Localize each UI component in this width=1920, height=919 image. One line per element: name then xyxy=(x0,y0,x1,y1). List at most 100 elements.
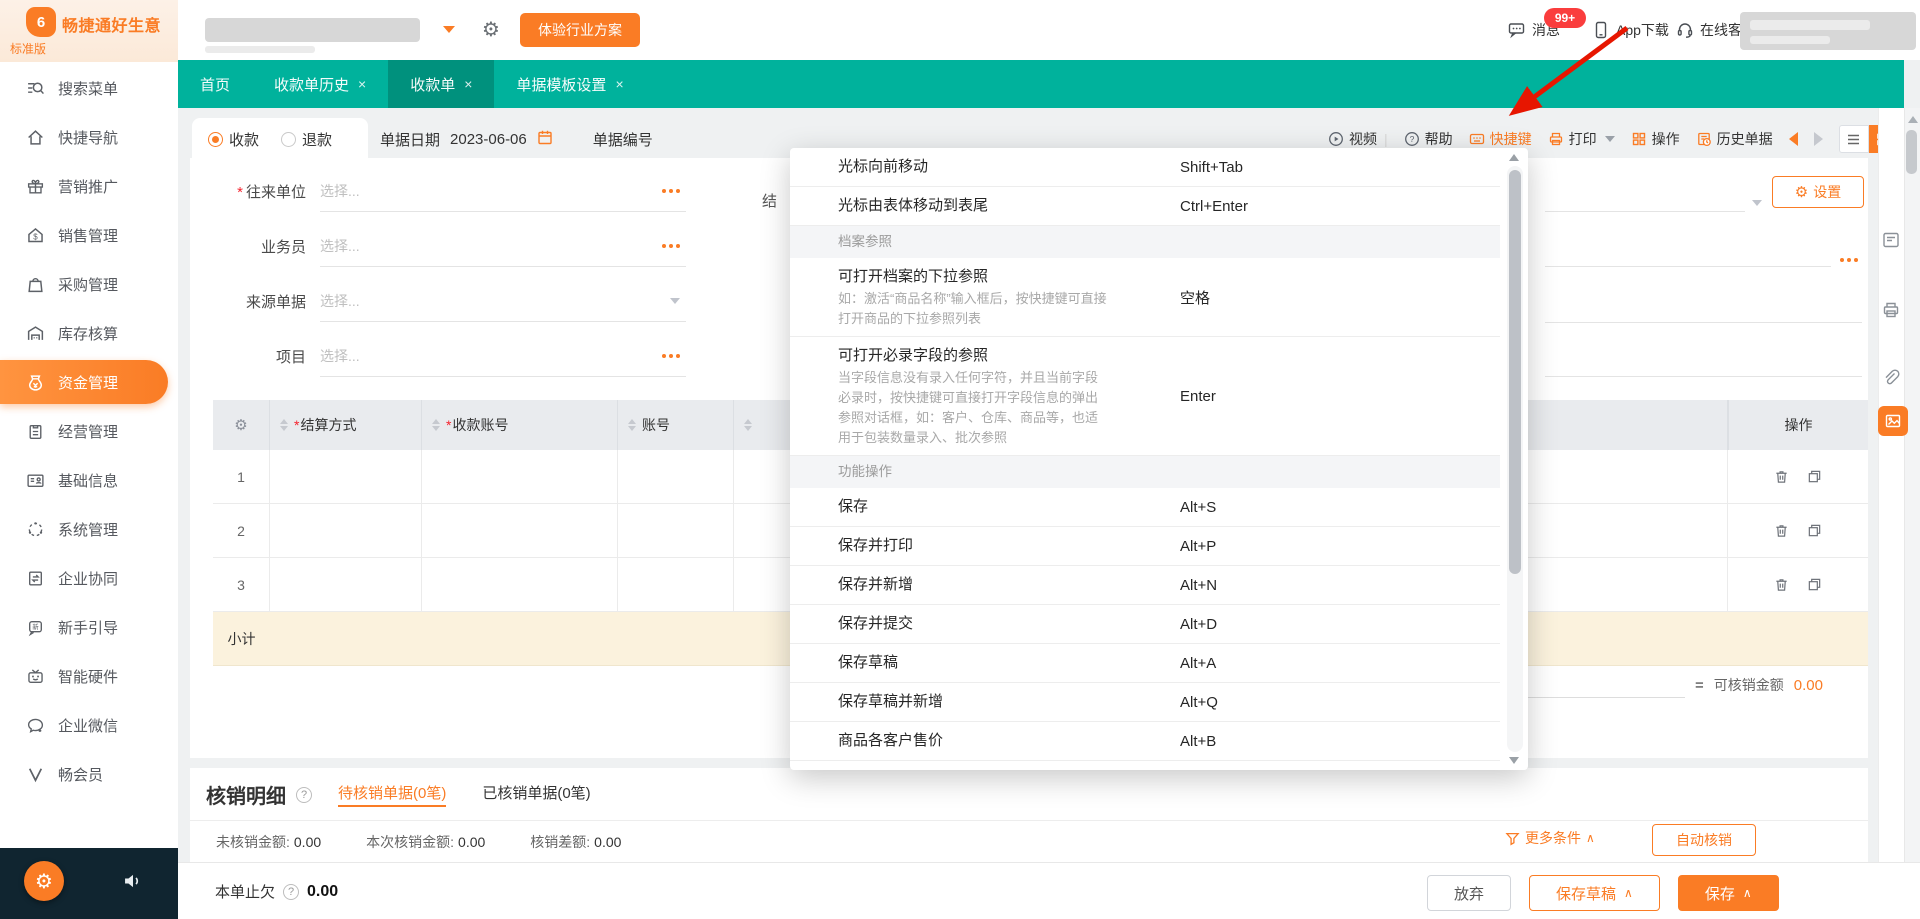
grid-col-header[interactable]: * 结算方式 xyxy=(270,400,422,450)
field-input[interactable]: 选择... xyxy=(320,225,686,267)
ellipsis-picker-icon[interactable] xyxy=(662,188,680,193)
scroll-up-icon[interactable] xyxy=(1908,116,1918,123)
attachment-icon[interactable] xyxy=(1881,368,1901,388)
info-icon[interactable]: ? xyxy=(283,883,300,900)
field-input[interactable]: 选择... xyxy=(320,280,686,322)
page-scrollbar-thumb[interactable] xyxy=(1906,130,1917,174)
sidebar-item[interactable]: 快捷导航 xyxy=(0,115,178,159)
field-input[interactable] xyxy=(1545,172,1745,212)
field-input[interactable]: 选择... xyxy=(320,335,686,377)
sidebar-item[interactable]: 企业协同 xyxy=(0,556,178,600)
panel-scrollbar-thumb[interactable] xyxy=(1509,170,1521,574)
tab-close-icon[interactable]: × xyxy=(358,76,366,92)
toolbar-action[interactable]: 历史单据 xyxy=(1696,129,1773,149)
toolbar-action[interactable]: 视频 | xyxy=(1328,129,1388,149)
ellipsis-picker-icon[interactable] xyxy=(1840,258,1858,262)
grid-cell[interactable] xyxy=(270,504,422,557)
settings-button[interactable]: ⚙ 设置 xyxy=(1772,176,1864,208)
sidebar-item[interactable]: 库存核算 xyxy=(0,311,178,355)
auto-writeoff-button[interactable]: 自动核销 xyxy=(1652,824,1756,856)
grid-cell[interactable] xyxy=(270,558,422,611)
company-dropdown-chevron-icon[interactable] xyxy=(443,26,455,33)
footer-button[interactable]: 放弃 xyxy=(1427,875,1512,911)
grid-cell[interactable] xyxy=(422,450,618,503)
company-name-redacted[interactable] xyxy=(205,18,420,42)
sidebar-item[interactable]: 新 新手引导 xyxy=(0,605,178,649)
delete-row-icon[interactable] xyxy=(1774,523,1789,538)
date-value[interactable]: 2023-06-06 xyxy=(450,131,527,148)
workspace-gear-icon[interactable]: ⚙ xyxy=(482,17,500,42)
sidebar-item[interactable]: 智能硬件 xyxy=(0,654,178,698)
panel-scroll-up-icon[interactable] xyxy=(1509,154,1519,161)
chevron-down-icon[interactable] xyxy=(1752,200,1762,206)
writeoff-tab[interactable]: 待核销单据(0笔) xyxy=(338,782,447,807)
sort-icon[interactable] xyxy=(744,419,752,431)
grid-cell[interactable] xyxy=(618,504,734,557)
grid-cell[interactable] xyxy=(618,558,734,611)
chevron-down-icon[interactable] xyxy=(670,297,680,304)
sidebar-item[interactable]: 企业微信 xyxy=(0,703,178,747)
panel-scroll-down-icon[interactable] xyxy=(1509,757,1519,764)
help-icon[interactable]: ? xyxy=(296,786,312,803)
prev-doc-icon[interactable] xyxy=(1788,132,1798,146)
sidebar-item[interactable]: 采购管理 xyxy=(0,262,178,306)
grid-col-header[interactable]: * 收款账号 xyxy=(422,400,618,450)
toolbar-action[interactable]: 快捷键 xyxy=(1469,129,1532,149)
chevron-down-icon[interactable] xyxy=(1604,136,1615,142)
app-download-button[interactable]: App下载 xyxy=(1592,20,1669,40)
sound-icon[interactable] xyxy=(122,870,144,897)
card-panel-icon[interactable] xyxy=(1881,230,1901,250)
toolbar-action[interactable]: 打印 xyxy=(1548,129,1615,149)
doc-type-radio[interactable]: 收款 xyxy=(208,129,259,150)
document-tab[interactable]: 收款单 × xyxy=(388,60,495,108)
document-tab[interactable]: 首页 xyxy=(178,60,252,108)
sidebar-item[interactable]: 搜索菜单 xyxy=(0,66,178,110)
sidebar-item[interactable]: 营销推广 xyxy=(0,164,178,208)
field-input[interactable] xyxy=(1545,337,1862,377)
list-view-button[interactable] xyxy=(1838,125,1869,153)
grid-col-header[interactable]: 账号 xyxy=(618,400,734,450)
sidebar-item[interactable]: 资金管理 xyxy=(0,360,168,404)
trial-solution-button[interactable]: 体验行业方案 xyxy=(520,13,640,47)
grid-cell[interactable] xyxy=(422,558,618,611)
delete-row-icon[interactable] xyxy=(1774,469,1789,484)
tab-close-icon[interactable]: × xyxy=(464,76,472,92)
settings-gear-button[interactable]: ⚙ xyxy=(24,861,64,901)
sidebar-item[interactable]: 畅会员 xyxy=(0,752,178,796)
user-info-redacted[interactable] xyxy=(1740,12,1916,50)
print-panel-icon[interactable] xyxy=(1881,300,1901,320)
doc-type-radio[interactable]: 退款 xyxy=(281,129,332,150)
sidebar-item[interactable]: 经营管理 xyxy=(0,409,178,453)
copy-row-icon[interactable] xyxy=(1807,523,1822,538)
calendar-icon[interactable] xyxy=(537,129,553,149)
grid-config-gear-icon[interactable]: ⚙ xyxy=(213,400,270,450)
delete-row-icon[interactable] xyxy=(1774,577,1789,592)
grid-cell[interactable] xyxy=(618,450,734,503)
sort-icon[interactable] xyxy=(280,419,288,431)
footer-button[interactable]: 保存草稿 ∧ xyxy=(1529,875,1660,911)
sidebar-item[interactable]: $ 销售管理 xyxy=(0,213,178,257)
grid-cell[interactable] xyxy=(422,504,618,557)
sidebar-item[interactable]: 系统管理 xyxy=(0,507,178,551)
document-tab[interactable]: 单据模板设置 × xyxy=(494,60,645,108)
sidebar-item[interactable]: 基础信息 xyxy=(0,458,178,502)
ellipsis-picker-icon[interactable] xyxy=(662,353,680,358)
field-input[interactable] xyxy=(1545,227,1831,267)
copy-row-icon[interactable] xyxy=(1807,469,1822,484)
next-doc-icon[interactable] xyxy=(1813,132,1823,146)
sort-icon[interactable] xyxy=(432,419,440,431)
more-filters-button[interactable]: 更多条件 ∧ xyxy=(1505,828,1595,848)
ellipsis-picker-icon[interactable] xyxy=(662,243,680,248)
footer-button[interactable]: 保存 ∧ xyxy=(1677,875,1779,911)
writeoff-tab[interactable]: 已核销单据(0笔) xyxy=(482,782,590,807)
tab-close-icon[interactable]: × xyxy=(615,76,623,92)
toolbar-action[interactable]: ? 帮助 xyxy=(1404,129,1453,149)
grid-cell[interactable] xyxy=(270,450,422,503)
field-input[interactable]: 选择... xyxy=(320,170,686,212)
sort-icon[interactable] xyxy=(628,419,636,431)
page-scrollbar[interactable] xyxy=(1904,108,1920,919)
toolbar-action[interactable]: 操作 xyxy=(1631,129,1680,149)
image-panel-button[interactable] xyxy=(1878,406,1908,436)
copy-row-icon[interactable] xyxy=(1807,577,1822,592)
document-tab[interactable]: 收款单历史 × xyxy=(252,60,388,108)
